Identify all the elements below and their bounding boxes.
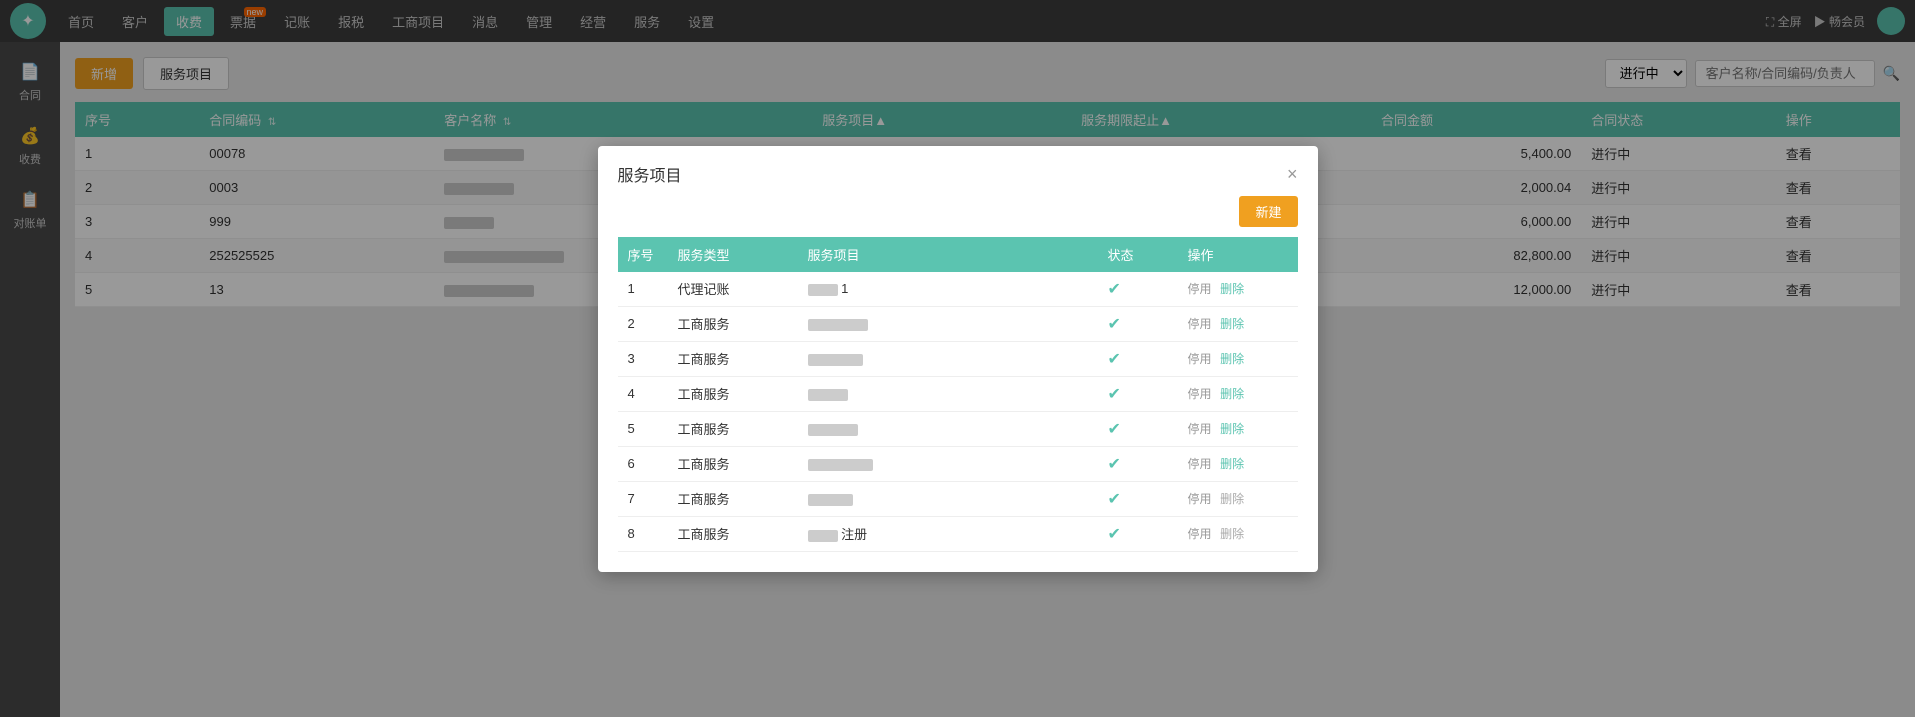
modal-cell-seq: 2 [618, 306, 668, 341]
modal-cell-seq: 3 [618, 341, 668, 376]
status-active-icon: ✔ [1108, 491, 1121, 508]
stop-button[interactable]: 停用 [1188, 385, 1212, 402]
modal-cell-action: 停用 删除 [1178, 306, 1298, 341]
modal-cell-type: 工商服务 [668, 481, 798, 516]
modal-new-button[interactable]: 新建 [1239, 196, 1297, 227]
modal-cell-status: ✔ [1098, 481, 1178, 516]
list-item: 3 工商服务 ✔ 停用 删除 [618, 341, 1298, 376]
delete-button[interactable]: 删除 [1220, 420, 1244, 437]
status-active-icon: ✔ [1108, 526, 1121, 543]
modal-overlay[interactable]: 服务项目 × 新建 序号 服务类型 服务项目 状态 操作 [0, 0, 1915, 717]
list-item: 6 工商服务 ✔ 停用 删除 [618, 446, 1298, 481]
service-table: 序号 服务类型 服务项目 状态 操作 1 代理记账 1 [618, 237, 1298, 552]
delete-button[interactable]: 删除 [1220, 490, 1244, 507]
delete-button[interactable]: 删除 [1220, 350, 1244, 367]
modal-cell-item [798, 306, 1098, 341]
stop-button[interactable]: 停用 [1188, 420, 1212, 437]
delete-button[interactable]: 删除 [1220, 315, 1244, 332]
modal-cell-item [798, 481, 1098, 516]
modal-cell-seq: 4 [618, 376, 668, 411]
modal-cell-seq: 7 [618, 481, 668, 516]
modal-cell-status: ✔ [1098, 341, 1178, 376]
status-active-icon: ✔ [1108, 316, 1121, 333]
modal-cell-action: 停用 删除 [1178, 446, 1298, 481]
delete-button[interactable]: 删除 [1220, 280, 1244, 297]
modal-col-seq: 序号 [618, 237, 668, 272]
modal-header: 服务项目 × [598, 146, 1318, 196]
modal-cell-type: 工商服务 [668, 516, 798, 551]
modal-cell-status: ✔ [1098, 516, 1178, 551]
modal-col-item: 服务项目 [798, 237, 1098, 272]
modal-cell-type: 工商服务 [668, 341, 798, 376]
list-item: 5 工商服务 ✔ 停用 删除 [618, 411, 1298, 446]
delete-button[interactable]: 删除 [1220, 525, 1244, 542]
modal-col-action: 操作 [1178, 237, 1298, 272]
modal-cell-type: 工商服务 [668, 306, 798, 341]
stop-button[interactable]: 停用 [1188, 280, 1212, 297]
stop-button[interactable]: 停用 [1188, 455, 1212, 472]
modal-cell-seq: 5 [618, 411, 668, 446]
modal-cell-action: 停用 删除 [1178, 516, 1298, 551]
service-modal: 服务项目 × 新建 序号 服务类型 服务项目 状态 操作 [598, 146, 1318, 572]
modal-cell-action: 停用 删除 [1178, 481, 1298, 516]
modal-cell-item: 注册 [798, 516, 1098, 551]
modal-cell-seq: 1 [618, 272, 668, 307]
modal-cell-item [798, 411, 1098, 446]
modal-cell-type: 工商服务 [668, 446, 798, 481]
modal-cell-action: 停用 删除 [1178, 341, 1298, 376]
modal-cell-action: 停用 删除 [1178, 272, 1298, 307]
status-active-icon: ✔ [1108, 386, 1121, 403]
modal-cell-status: ✔ [1098, 272, 1178, 307]
modal-cell-status: ✔ [1098, 411, 1178, 446]
status-active-icon: ✔ [1108, 281, 1121, 298]
modal-cell-status: ✔ [1098, 376, 1178, 411]
modal-col-type: 服务类型 [668, 237, 798, 272]
modal-cell-item [798, 376, 1098, 411]
list-item: 7 工商服务 ✔ 停用 删除 [618, 481, 1298, 516]
status-active-icon: ✔ [1108, 456, 1121, 473]
list-item: 4 工商服务 ✔ 停用 删除 [618, 376, 1298, 411]
list-item: 1 代理记账 1 ✔ 停用 删除 [618, 272, 1298, 307]
status-active-icon: ✔ [1108, 351, 1121, 368]
stop-button[interactable]: 停用 [1188, 490, 1212, 507]
modal-cell-action: 停用 删除 [1178, 411, 1298, 446]
modal-close-button[interactable]: × [1287, 165, 1298, 183]
modal-cell-action: 停用 删除 [1178, 376, 1298, 411]
status-active-icon: ✔ [1108, 421, 1121, 438]
modal-table-wrapper: 序号 服务类型 服务项目 状态 操作 1 代理记账 1 [598, 237, 1318, 572]
delete-button[interactable]: 删除 [1220, 385, 1244, 402]
modal-cell-type: 工商服务 [668, 376, 798, 411]
modal-cell-item [798, 446, 1098, 481]
modal-cell-item: 1 [798, 272, 1098, 307]
stop-button[interactable]: 停用 [1188, 350, 1212, 367]
modal-cell-status: ✔ [1098, 446, 1178, 481]
modal-title: 服务项目 [618, 162, 682, 186]
list-item: 8 工商服务 注册 ✔ 停用 删除 [618, 516, 1298, 551]
modal-cell-status: ✔ [1098, 306, 1178, 341]
modal-cell-type: 工商服务 [668, 411, 798, 446]
stop-button[interactable]: 停用 [1188, 315, 1212, 332]
delete-button[interactable]: 删除 [1220, 455, 1244, 472]
modal-cell-seq: 6 [618, 446, 668, 481]
stop-button[interactable]: 停用 [1188, 525, 1212, 542]
modal-cell-item [798, 341, 1098, 376]
modal-cell-seq: 8 [618, 516, 668, 551]
modal-col-status: 状态 [1098, 237, 1178, 272]
modal-cell-type: 代理记账 [668, 272, 798, 307]
modal-toolbar: 新建 [598, 196, 1318, 237]
list-item: 2 工商服务 ✔ 停用 删除 [618, 306, 1298, 341]
